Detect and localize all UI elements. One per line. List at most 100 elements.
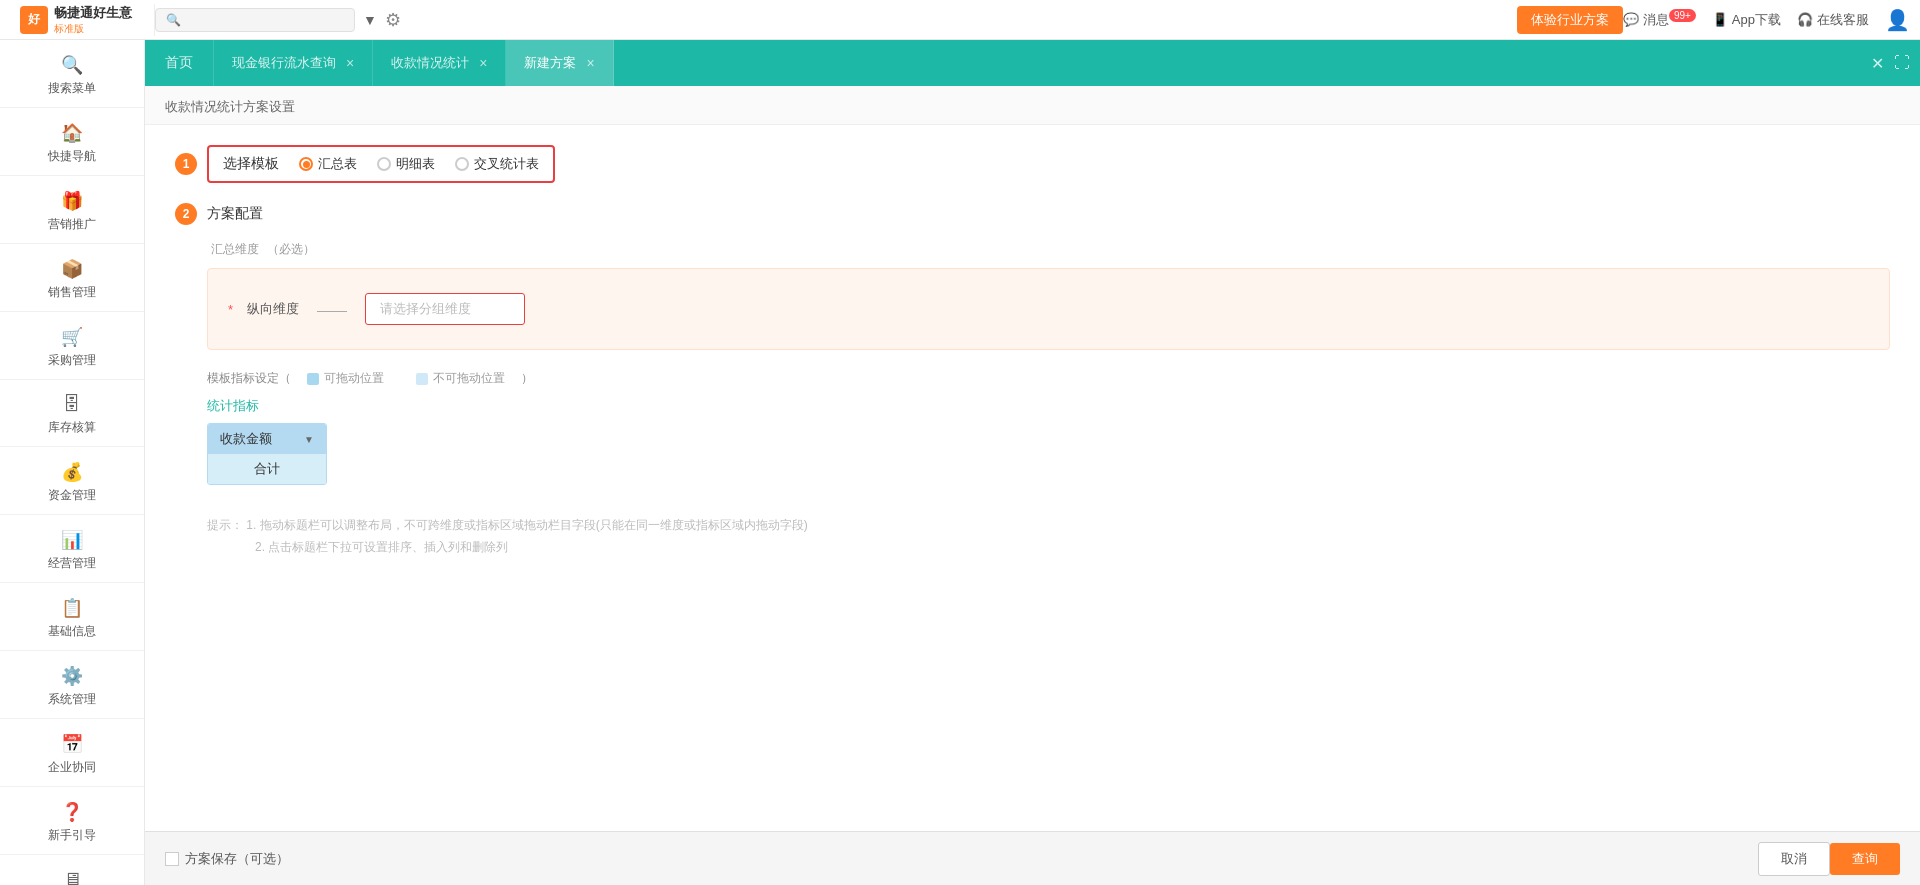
metrics-card-header[interactable]: 收款金额 ▼	[208, 424, 326, 454]
system-icon: ⚙️	[61, 665, 83, 687]
page-content: 收款情况统计方案设置 1 选择模板 汇总表	[145, 86, 1920, 831]
tab-bank-flow-close-icon[interactable]: ×	[346, 55, 354, 71]
download-button[interactable]: 📱 App下载	[1712, 11, 1781, 29]
metrics-card-body-text: 合计	[254, 461, 280, 476]
breadcrumb: 收款情况统计方案设置	[145, 86, 1920, 125]
tab-new-plan[interactable]: 新建方案 ×	[506, 40, 613, 86]
legend-draggable-label: 可拖动位置	[324, 370, 384, 387]
sidebar-item-collab[interactable]: 📅 企业协同	[0, 719, 144, 787]
tab-bank-flow[interactable]: 现金银行流水查询 ×	[214, 40, 373, 86]
legend-draggable-dot	[307, 373, 319, 385]
dimension-select[interactable]: 请选择分组维度	[365, 293, 525, 325]
tab-new-plan-close-icon[interactable]: ×	[586, 55, 594, 71]
section1-header: 1 选择模板 汇总表 明细表	[175, 145, 1890, 183]
legend-fixed: 不可拖动位置	[416, 370, 505, 387]
sidebar-item-label: 新手引导	[48, 827, 96, 844]
tab-receipt-stats-close-icon[interactable]: ×	[479, 55, 487, 71]
sidebar-item-label: 库存核算	[48, 419, 96, 436]
trial-button[interactable]: 体验行业方案	[1517, 6, 1623, 34]
metrics-card-body: 合计	[208, 454, 326, 484]
section-config: 2 方案配置 汇总维度 （必选） * 纵向维度	[175, 203, 1890, 568]
legend-draggable: 可拖动位置	[307, 370, 384, 387]
sidebar-item-inventory[interactable]: 🗄 库存核算	[0, 380, 144, 447]
query-button[interactable]: 查询	[1830, 843, 1900, 875]
radio-summary[interactable]: 汇总表	[299, 155, 357, 173]
metrics-legend: 模板指标设定（ 可拖动位置 不可拖动位置 ）	[207, 370, 1890, 387]
sidebar-item-finance[interactable]: 💰 资金管理	[0, 447, 144, 515]
tip2-text: 2. 点击标题栏下拉可设置排序、插入列和删除列	[207, 537, 508, 559]
sidebar-item-search[interactable]: 🔍 搜索菜单	[0, 40, 144, 108]
save-label: 方案保存（可选）	[185, 850, 289, 868]
sidebar-item-system[interactable]: ⚙️ 系统管理	[0, 651, 144, 719]
sidebar-item-nav[interactable]: 🏠 快捷导航	[0, 108, 144, 176]
radio-detail[interactable]: 明细表	[377, 155, 435, 173]
message-badge: 99+	[1669, 9, 1696, 22]
topbar-search-area: 🔍 ▼ ⚙	[155, 8, 1517, 32]
edition-label: 标准版	[54, 22, 132, 36]
purchase-icon: 🛒	[61, 326, 83, 348]
radio-summary-circle	[299, 157, 313, 171]
legend-fixed-dot	[416, 373, 428, 385]
sidebar-item-management[interactable]: 📊 经营管理	[0, 515, 144, 583]
sidebar-item-guide[interactable]: ❓ 新手引导	[0, 787, 144, 855]
sidebar-item-sales[interactable]: 📦 销售管理	[0, 244, 144, 312]
collab-icon: 📅	[61, 733, 83, 755]
search-box[interactable]: 🔍	[155, 8, 355, 32]
maximize-icon[interactable]: ⛶	[1894, 54, 1910, 72]
topbar: 好 畅捷通好生意 标准版 🔍 ▼ ⚙ 体验行业方案 💬 消息 99+ 📱 App…	[0, 0, 1920, 40]
tab-home[interactable]: 首页	[145, 40, 214, 86]
trial-button-area: 体验行业方案	[1517, 6, 1623, 34]
topbar-actions: 💬 消息 99+ 📱 App下载 🎧 在线客服 👤	[1623, 8, 1910, 32]
user-avatar[interactable]: 👤	[1885, 8, 1910, 32]
cancel-button[interactable]: 取消	[1758, 842, 1830, 876]
form-area: 1 选择模板 汇总表 明细表	[145, 125, 1920, 608]
dimension-row: * 纵向维度 —— 请选择分组维度	[228, 293, 1869, 325]
sidebar-item-label: 搜索菜单	[48, 80, 96, 97]
config-body: 汇总维度 （必选） * 纵向维度 —— 请选择分组维度	[175, 241, 1890, 568]
radio-cross[interactable]: 交叉统计表	[455, 155, 539, 173]
save-option[interactable]: 方案保存（可选）	[165, 850, 289, 868]
download-label: App下载	[1732, 11, 1781, 29]
section2-header: 2 方案配置	[175, 203, 1890, 225]
avatar-icon: 👤	[1885, 8, 1910, 32]
close-window-icon[interactable]: ✕	[1871, 54, 1884, 73]
metrics-dropdown-icon[interactable]: ▼	[304, 434, 314, 445]
message-icon: 💬	[1623, 12, 1639, 27]
metrics-card-header-text: 收款金额	[220, 430, 272, 448]
dropdown-arrow-icon[interactable]: ▼	[363, 12, 377, 28]
dimension-required-hint: （必选）	[267, 242, 315, 256]
sidebar-item-basic-info[interactable]: 📋 基础信息	[0, 583, 144, 651]
save-checkbox[interactable]	[165, 852, 179, 866]
metrics-area: 模板指标设定（ 可拖动位置 不可拖动位置 ）	[207, 370, 1890, 485]
sidebar-item-label: 基础信息	[48, 623, 96, 640]
logo-area: 好 畅捷通好生意 标准版	[10, 4, 155, 36]
sales-icon: 📦	[61, 258, 83, 280]
finance-icon: 💰	[61, 461, 83, 483]
tabbar-right: ✕ ⛶	[1871, 54, 1920, 73]
content-area: 首页 现金银行流水查询 × 收款情况统计 × 新建方案 × ✕ ⛶ 收款情况统计…	[145, 40, 1920, 885]
section1-title: 选择模板	[223, 155, 279, 173]
legend-end: ）	[521, 370, 533, 387]
nav-icon: 🏠	[61, 122, 83, 144]
sidebar-item-purchase[interactable]: 🛒 采购管理	[0, 312, 144, 380]
sidebar-item-marketing[interactable]: 🎁 营销推广	[0, 176, 144, 244]
sidebar-item-hardware[interactable]: 🖥 智能硬件	[0, 855, 144, 885]
section2-title: 方案配置	[207, 205, 263, 223]
tip1-text: 提示： 1. 拖动标题栏可以调整布局，不可跨维度或指标区域拖动栏目字段(只能在同…	[207, 515, 808, 537]
tip-row-1: 提示： 1. 拖动标题栏可以调整布局，不可跨维度或指标区域拖动栏目字段(只能在同…	[207, 515, 1890, 537]
radio-cross-label: 交叉统计表	[474, 155, 539, 173]
arrow-icon: ——	[317, 301, 347, 318]
gear-icon[interactable]: ⚙	[385, 9, 401, 31]
sidebar-item-label: 资金管理	[48, 487, 96, 504]
tabbar: 首页 现金银行流水查询 × 收款情况统计 × 新建方案 × ✕ ⛶	[145, 40, 1920, 86]
message-button[interactable]: 💬 消息 99+	[1623, 11, 1696, 29]
required-star: *	[228, 302, 233, 317]
support-button[interactable]: 🎧 在线客服	[1797, 11, 1869, 29]
tab-receipt-stats[interactable]: 收款情况统计 ×	[373, 40, 506, 86]
inventory-icon: 🗄	[63, 394, 81, 415]
legend-fixed-label: 不可拖动位置	[433, 370, 505, 387]
radio-detail-circle	[377, 157, 391, 171]
sidebar-item-label: 采购管理	[48, 352, 96, 369]
tips-area: 提示： 1. 拖动标题栏可以调整布局，不可跨维度或指标区域拖动栏目字段(只能在同…	[207, 505, 1890, 568]
logo-text: 畅捷通好生意	[54, 4, 132, 22]
